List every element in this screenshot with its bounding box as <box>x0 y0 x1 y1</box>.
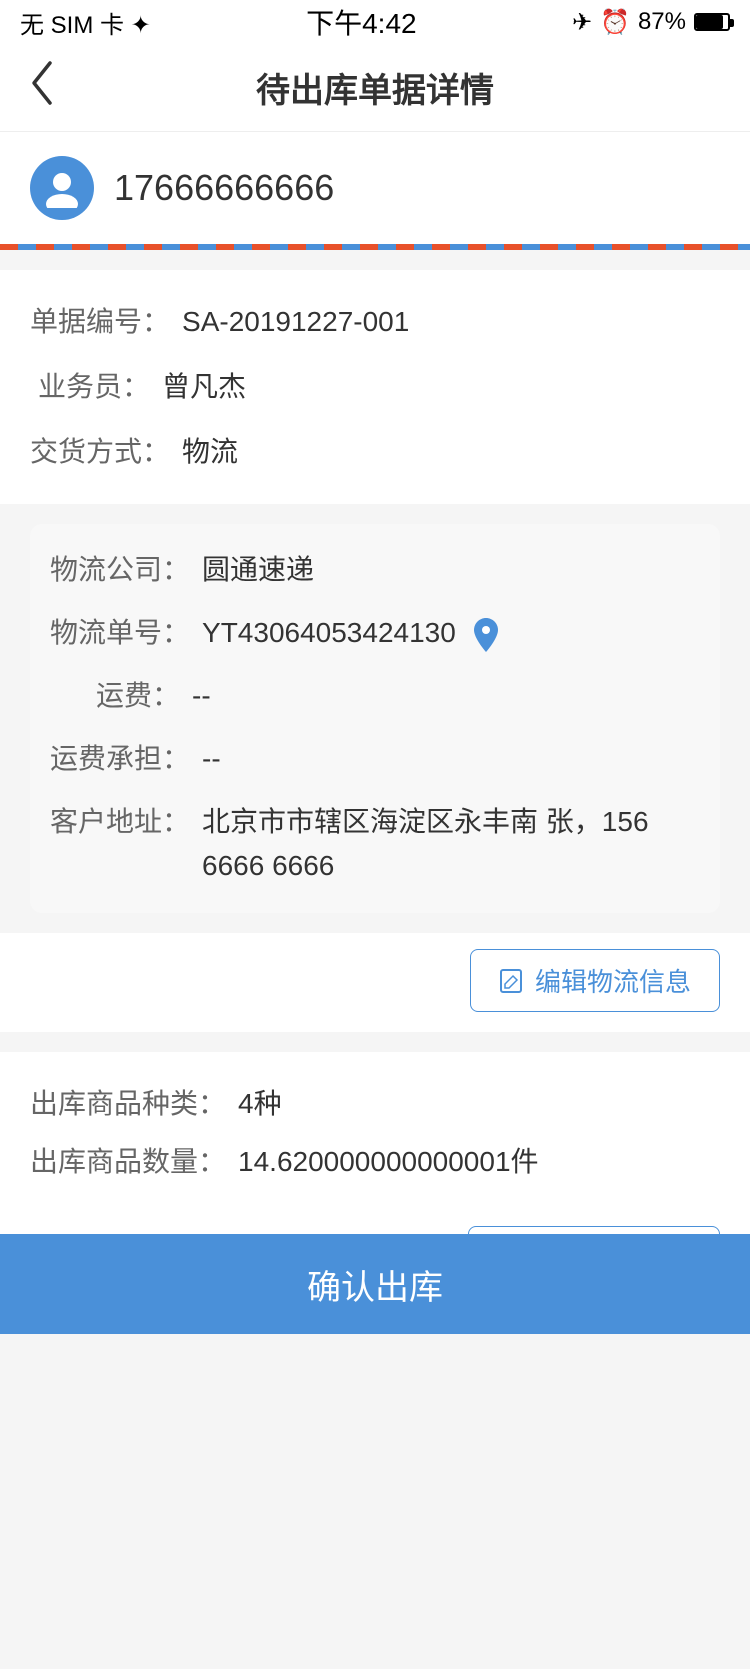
freight-row: 运费： -- <box>50 674 700 719</box>
section-divider <box>0 1032 750 1052</box>
battery-bar <box>694 13 730 31</box>
order-number-row: 单据编号： SA-20191227-001 <box>30 300 720 345</box>
address-value: 北京市市辖区海淀区永丰南 张，156 6666 6666 <box>202 800 700 890</box>
salesman-label: 业务员： <box>30 365 150 410</box>
freight-value: -- <box>192 674 700 719</box>
salesman-row: 业务员： 曾凡杰 <box>30 365 720 410</box>
edit-logistics-label: 编辑物流信息 <box>535 962 691 999</box>
sim-status: 无 SIM 卡 ✦ <box>20 5 151 40</box>
status-bar: 无 SIM 卡 ✦ 下午4:42 ✈ ⏰ 87% <box>0 0 750 44</box>
edit-btn-row: 编辑物流信息 <box>0 933 750 1032</box>
confirm-button-label: 确认出库 <box>307 1260 443 1309</box>
back-button[interactable] <box>28 59 56 116</box>
status-right: ✈ ⏰ 87% <box>572 8 730 37</box>
category-value: 4种 <box>238 1082 282 1122</box>
freight-responsibility-value: -- <box>202 737 700 782</box>
dashed-separator <box>0 244 750 250</box>
bottom-spacer <box>0 1309 750 1569</box>
address-label: 客户地址： <box>50 800 190 845</box>
order-number-value: SA-20191227-001 <box>182 300 720 345</box>
order-number-label: 单据编号： <box>30 300 170 345</box>
user-header: 17666666666 <box>0 132 750 244</box>
status-time: 下午4:42 <box>306 2 417 42</box>
stats-section: 出库商品种类： 4种 出库商品数量： 14.620000000000001件 <box>0 1052 750 1210</box>
delivery-method-label: 交货方式： <box>30 430 170 475</box>
logistics-company-row: 物流公司： 圆通速递 <box>50 548 700 593</box>
nav-bar: 待出库单据详情 <box>0 44 750 132</box>
freight-label: 运费： <box>50 674 180 719</box>
status-left: 无 SIM 卡 ✦ <box>20 5 151 40</box>
logistics-card: 物流公司： 圆通速递 物流单号： YT43064053424130 运费： --… <box>30 524 720 913</box>
address-row: 客户地址： 北京市市辖区海淀区永丰南 张，156 6666 6666 <box>50 800 700 890</box>
order-info-section: 单据编号： SA-20191227-001 业务员： 曾凡杰 交货方式： 物流 <box>0 270 750 504</box>
alarm-icon: ⏰ <box>600 8 630 37</box>
delivery-method-value: 物流 <box>182 430 720 475</box>
quantity-label: 出库商品数量： <box>30 1140 226 1180</box>
category-label: 出库商品种类： <box>30 1082 226 1122</box>
edit-logistics-button[interactable]: 编辑物流信息 <box>470 949 720 1012</box>
logistics-tracking-row: 物流单号： YT43064053424130 <box>50 611 700 656</box>
logistics-tracking-label: 物流单号： <box>50 611 190 656</box>
logistics-company-label: 物流公司： <box>50 548 190 593</box>
location-icon[interactable] <box>468 616 504 652</box>
quantity-row: 出库商品数量： 14.620000000000001件 <box>30 1140 720 1180</box>
freight-responsibility-label: 运费承担： <box>50 737 190 782</box>
freight-responsibility-row: 运费承担： -- <box>50 737 700 782</box>
battery-level: 87% <box>638 8 686 36</box>
avatar <box>30 156 94 220</box>
delivery-method-row: 交货方式： 物流 <box>30 430 720 475</box>
logistics-company-value: 圆通速递 <box>202 548 700 593</box>
user-phone: 17666666666 <box>114 167 334 209</box>
salesman-value: 曾凡杰 <box>162 365 720 410</box>
battery-icon: ✈ <box>572 8 592 37</box>
category-row: 出库商品种类： 4种 <box>30 1082 720 1122</box>
logistics-tracking-value: YT43064053424130 <box>202 611 700 656</box>
page-title: 待出库单据详情 <box>256 63 494 112</box>
quantity-value: 14.620000000000001件 <box>238 1140 539 1180</box>
confirm-button[interactable]: 确认出库 <box>0 1234 750 1334</box>
